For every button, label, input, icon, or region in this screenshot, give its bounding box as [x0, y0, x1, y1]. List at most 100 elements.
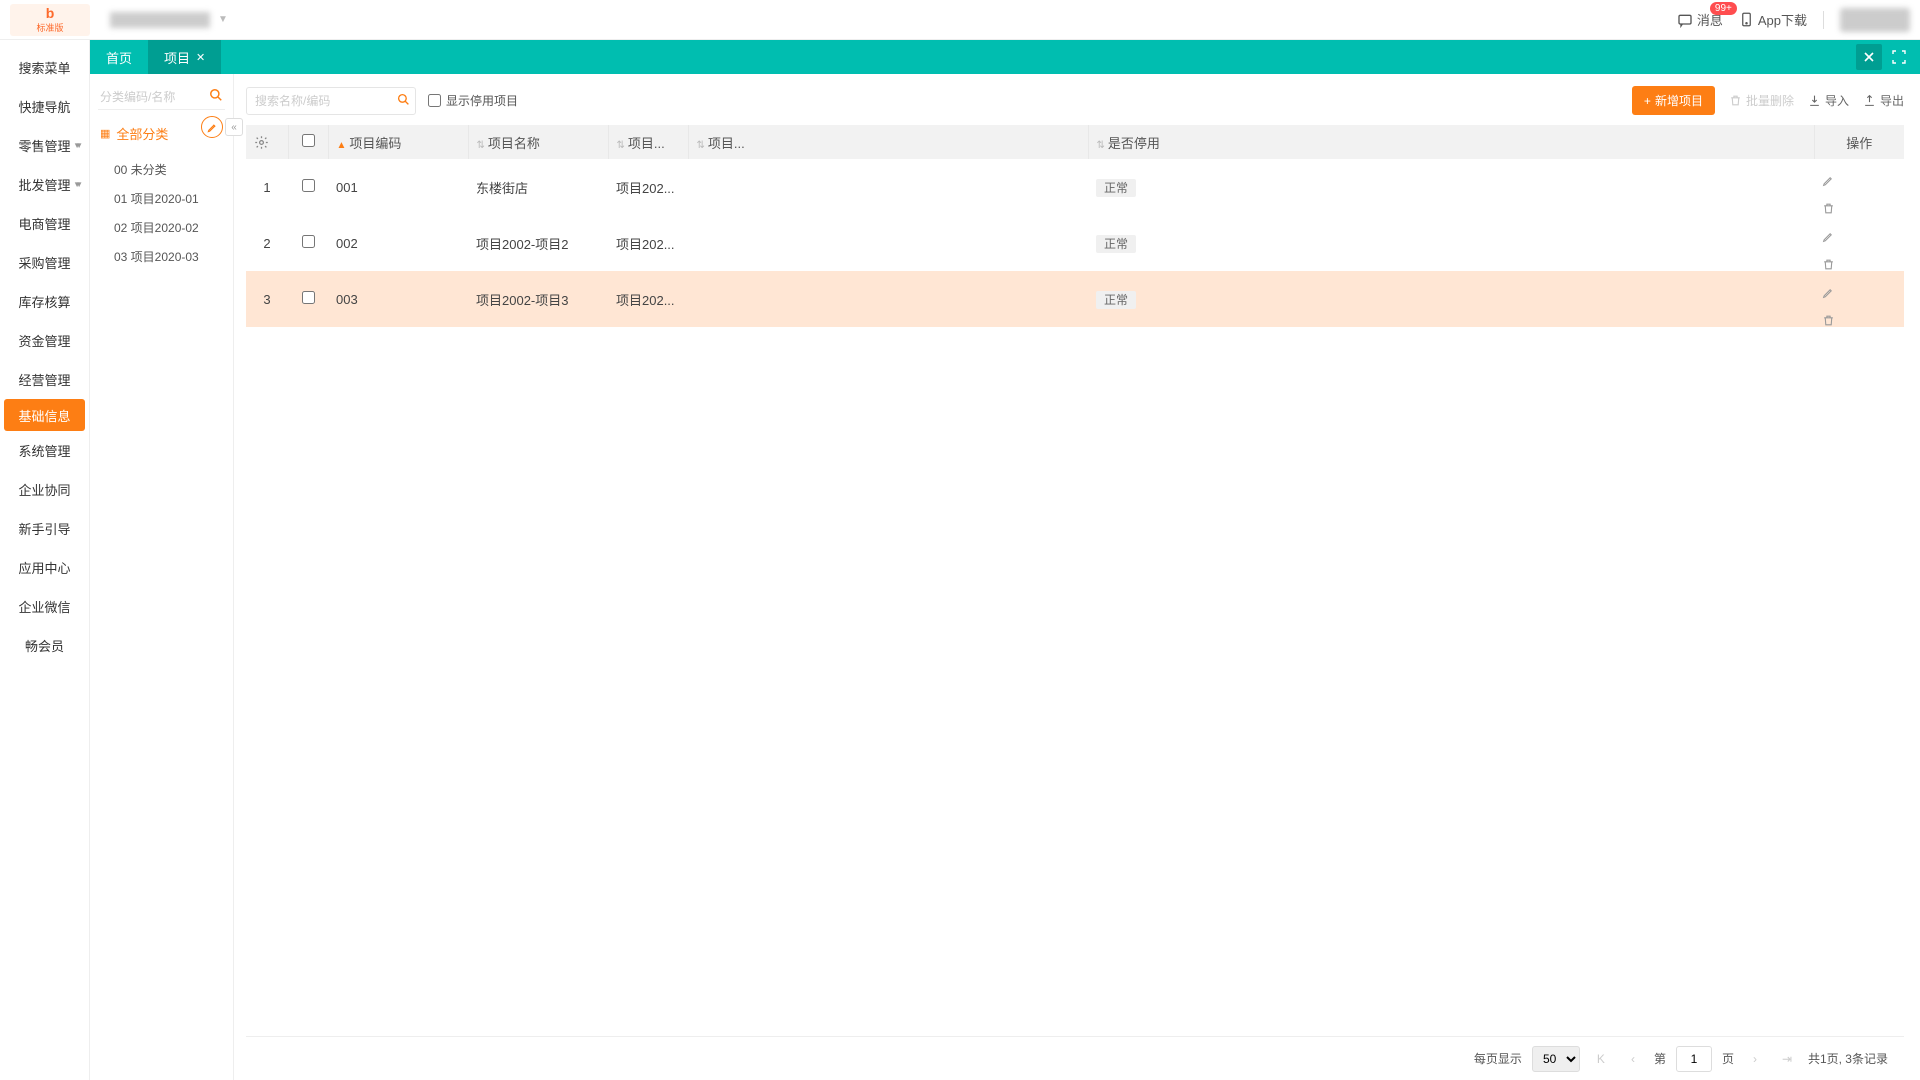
- category-panel: ▦ 全部分类 « 00 未分类01 项目2020-0102 项目2020-020…: [90, 74, 234, 1080]
- col-disabled[interactable]: ⇅是否停用: [1088, 125, 1814, 159]
- sidebar-item[interactable]: 采购管理: [0, 243, 89, 282]
- sidebar-item[interactable]: 新手引导: [0, 509, 89, 548]
- row-select[interactable]: [288, 271, 328, 327]
- sidebar-item[interactable]: 电商管理: [0, 204, 89, 243]
- row-checkbox[interactable]: [302, 235, 315, 248]
- sidebar-item[interactable]: 企业协同: [0, 470, 89, 509]
- export-button[interactable]: 导出: [1863, 92, 1904, 109]
- cell-code: 002: [328, 215, 468, 271]
- close-icon[interactable]: ✕: [196, 51, 205, 64]
- company-selector[interactable]: ▼: [110, 6, 250, 34]
- brand-edition: 标准版: [36, 21, 63, 34]
- messages-button[interactable]: 消息 99+: [1677, 10, 1723, 29]
- row-checkbox[interactable]: [302, 179, 315, 192]
- sidebar-item[interactable]: 系统管理: [0, 431, 89, 470]
- sidebar-item[interactable]: 资金管理: [0, 321, 89, 360]
- col-cat-label: 项目...: [628, 136, 665, 151]
- sidebar-item[interactable]: 畅会员: [0, 626, 89, 665]
- edit-icon: [207, 122, 218, 133]
- user-avatar-blurred[interactable]: [1840, 8, 1910, 32]
- edit-row-button[interactable]: [1822, 230, 1884, 243]
- col-code[interactable]: ▲项目编码: [328, 125, 468, 159]
- cell-status: 正常: [1088, 271, 1814, 327]
- cell-name: 东楼街店: [468, 159, 608, 215]
- tab-home-label: 首页: [106, 48, 132, 67]
- cell-name: 项目2002-项目3: [468, 271, 608, 327]
- col-attr-label: 项目...: [708, 136, 745, 151]
- table-row[interactable]: 3003项目2002-项目3项目202...正常: [246, 271, 1904, 327]
- collapse-panel-button[interactable]: «: [225, 118, 243, 136]
- table-body: 1001东楼街店项目202...正常2002项目2002-项目2项目202...…: [246, 159, 1904, 327]
- col-cat[interactable]: ⇅项目...: [608, 125, 688, 159]
- category-node[interactable]: 03 项目2020-03: [98, 242, 225, 271]
- last-page-button[interactable]: ⇥: [1776, 1048, 1798, 1070]
- import-label: 导入: [1825, 92, 1849, 109]
- row-select[interactable]: [288, 159, 328, 215]
- gear-icon: [254, 135, 269, 150]
- category-search-input[interactable]: [98, 84, 225, 110]
- show-disabled-input[interactable]: [428, 94, 441, 107]
- import-button[interactable]: 导入: [1808, 92, 1849, 109]
- sidebar-item[interactable]: 零售管理▼▼: [0, 126, 89, 165]
- table-row[interactable]: 2002项目2002-项目2项目202...正常: [246, 215, 1904, 271]
- sidebar-item[interactable]: 企业微信: [0, 587, 89, 626]
- next-page-button[interactable]: ›: [1744, 1048, 1766, 1070]
- pagination-footer: 每页显示 50 K ‹ 第 页 › ⇥ 共1页, 3条记录: [246, 1036, 1904, 1080]
- sidebar-item[interactable]: 应用中心: [0, 548, 89, 587]
- app-download-button[interactable]: App下载: [1739, 10, 1807, 29]
- select-all-column[interactable]: [288, 125, 328, 159]
- category-node[interactable]: 00 未分类: [98, 155, 225, 184]
- col-name[interactable]: ⇅项目名称: [468, 125, 608, 159]
- divider: [1823, 11, 1824, 29]
- delete-row-button[interactable]: [1822, 258, 1884, 271]
- export-label: 导出: [1880, 92, 1904, 109]
- first-page-button[interactable]: K: [1590, 1048, 1612, 1070]
- col-attr[interactable]: ⇅项目...: [688, 125, 1088, 159]
- tab-project[interactable]: 项目 ✕: [148, 40, 221, 74]
- status-badge: 正常: [1096, 179, 1136, 197]
- settings-column[interactable]: [246, 125, 288, 159]
- cell-status: 正常: [1088, 159, 1814, 215]
- search-input[interactable]: [246, 87, 416, 115]
- category-node[interactable]: 02 项目2020-02: [98, 213, 225, 242]
- edit-row-button[interactable]: [1822, 286, 1884, 299]
- search-icon[interactable]: [397, 93, 410, 106]
- page-input[interactable]: [1676, 1046, 1712, 1072]
- close-all-tabs-button[interactable]: [1856, 44, 1882, 70]
- row-select[interactable]: [288, 215, 328, 271]
- cell-code: 003: [328, 271, 468, 327]
- sidebar-item[interactable]: 快捷导航: [0, 87, 89, 126]
- delete-row-button[interactable]: [1822, 202, 1884, 215]
- row-checkbox[interactable]: [302, 291, 315, 304]
- logo-icon: b: [46, 5, 55, 21]
- row-index: 1: [246, 159, 288, 215]
- sidebar-item[interactable]: 基础信息: [4, 399, 85, 431]
- sidebar-item[interactable]: 库存核算: [0, 282, 89, 321]
- prev-page-button[interactable]: ‹: [1622, 1048, 1644, 1070]
- edit-row-button[interactable]: [1822, 174, 1884, 187]
- cell-attr: [688, 271, 1088, 327]
- sidebar-item[interactable]: 经营管理: [0, 360, 89, 399]
- table-row[interactable]: 1001东楼街店项目202...正常: [246, 159, 1904, 215]
- table-header-row: ▲项目编码 ⇅项目名称 ⇅项目... ⇅项目... ⇅是否停用 操作: [246, 125, 1904, 159]
- search-icon[interactable]: [209, 88, 223, 102]
- category-node[interactable]: 01 项目2020-01: [98, 184, 225, 213]
- col-ops-label: 操作: [1846, 136, 1872, 151]
- select-all-checkbox[interactable]: [302, 134, 315, 147]
- chevron-left-icon: «: [231, 122, 237, 133]
- add-project-button[interactable]: + 新增项目: [1632, 86, 1715, 115]
- delete-row-button[interactable]: [1822, 314, 1884, 327]
- tab-bar: 首页 项目 ✕: [0, 40, 1920, 74]
- per-page-select[interactable]: 50: [1532, 1046, 1580, 1072]
- col-code-label: 项目编码: [349, 136, 401, 151]
- sidebar-item[interactable]: 批发管理▼▼: [0, 165, 89, 204]
- cell-name: 项目2002-项目2: [468, 215, 608, 271]
- fullscreen-button[interactable]: [1886, 44, 1912, 70]
- cell-ops: [1814, 215, 1904, 271]
- sidebar-item[interactable]: 搜索菜单: [0, 48, 89, 87]
- grid-icon: ▦: [100, 127, 110, 140]
- tab-home[interactable]: 首页: [90, 40, 148, 74]
- category-edit-button[interactable]: [201, 116, 223, 138]
- show-disabled-checkbox[interactable]: 显示停用项目: [428, 92, 518, 109]
- page-summary: 共1页, 3条记录: [1808, 1050, 1888, 1067]
